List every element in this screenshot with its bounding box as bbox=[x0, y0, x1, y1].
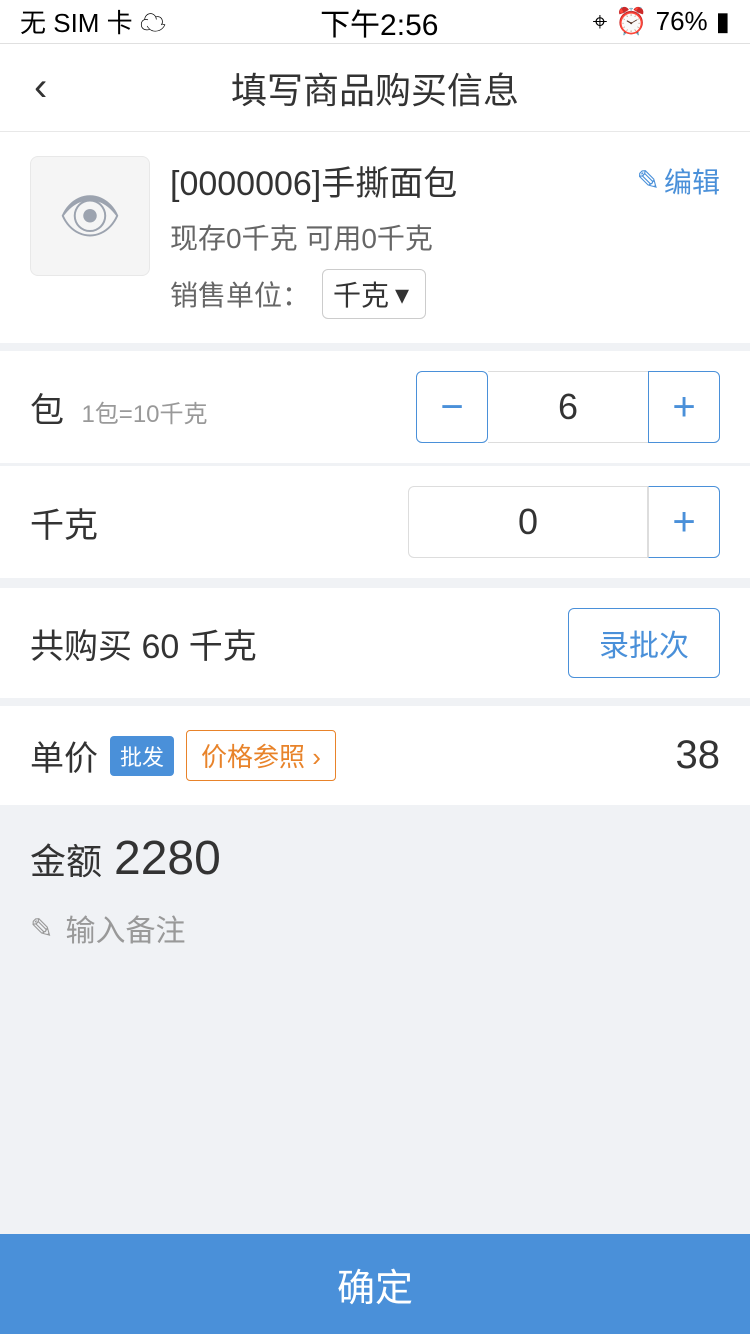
alarm-icon: ⏰ bbox=[615, 6, 647, 37]
carrier-label: 无 SIM 卡 ☁ bbox=[20, 3, 166, 40]
amount-value: 2280 bbox=[114, 831, 221, 886]
product-name: [0000006]手撕面包 bbox=[170, 156, 457, 205]
bao-hint: 1包=10千克 bbox=[81, 401, 207, 428]
back-button[interactable]: ‹ bbox=[24, 55, 57, 120]
product-name-row: [0000006]手撕面包 ✎ 编辑 bbox=[170, 156, 720, 205]
product-info: [0000006]手撕面包 ✎ 编辑 现存0千克 可用0千克 销售单位： 千克 … bbox=[170, 156, 720, 319]
edit-link[interactable]: ✎ 编辑 bbox=[637, 161, 720, 201]
product-image: 👁 bbox=[30, 156, 150, 276]
status-time: 下午2:56 bbox=[320, 0, 438, 44]
bao-minus-button[interactable]: − bbox=[416, 371, 488, 443]
product-unit-row: 销售单位： 千克 ▾ bbox=[170, 269, 720, 319]
battery-icon: ▮ bbox=[716, 6, 730, 37]
price-label: 单价 bbox=[30, 731, 98, 780]
edit-icon: ✎ bbox=[637, 164, 660, 197]
edit-label: 编辑 bbox=[664, 161, 720, 201]
location-icon: ⌖ bbox=[593, 6, 608, 38]
bao-plus-button[interactable]: + bbox=[648, 371, 720, 443]
kg-plus-button[interactable]: + bbox=[648, 486, 720, 558]
amount-row: 金额 2280 bbox=[30, 831, 720, 886]
price-left: 单价 批发 价格参照 › bbox=[30, 730, 336, 781]
batch-button[interactable]: 录批次 bbox=[568, 608, 720, 678]
product-image-icon: 👁 bbox=[58, 187, 121, 246]
pencil-icon: ✎ bbox=[30, 912, 53, 945]
price-ref-button[interactable]: 价格参照 › bbox=[186, 730, 336, 781]
total-row: 共购买 60 千克 录批次 bbox=[0, 588, 750, 706]
status-left: 无 SIM 卡 ☁ bbox=[20, 3, 166, 40]
bao-qty-input[interactable] bbox=[488, 371, 648, 443]
price-row: 单价 批发 价格参照 › 38 bbox=[30, 730, 720, 781]
remark-placeholder: 输入备注 bbox=[65, 906, 185, 950]
unit-select[interactable]: 千克 ▾ bbox=[322, 269, 426, 319]
price-section: 单价 批发 价格参照 › 38 bbox=[0, 706, 750, 805]
kg-label: 千克 bbox=[30, 498, 408, 547]
bao-label: 包 1包=10千克 bbox=[30, 383, 416, 432]
confirm-button[interactable]: 确定 bbox=[0, 1234, 750, 1334]
chevron-down-icon: ▾ bbox=[395, 278, 409, 311]
bao-input-section: 包 1包=10千克 − + bbox=[0, 351, 750, 464]
unit-select-value: 千克 bbox=[333, 274, 389, 314]
price-tag: 批发 bbox=[110, 736, 174, 776]
amount-section: 金额 2280 ✎ 输入备注 bbox=[0, 807, 750, 974]
kg-qty-input[interactable] bbox=[408, 486, 648, 558]
kg-qty-control: + bbox=[408, 486, 720, 558]
kg-input-row: 千克 + bbox=[0, 466, 750, 586]
bao-input-row: 包 1包=10千克 − + bbox=[0, 351, 750, 464]
price-value: 38 bbox=[676, 733, 721, 778]
total-text: 共购买 60 千克 bbox=[30, 619, 257, 668]
remark-row[interactable]: ✎ 输入备注 bbox=[30, 906, 720, 950]
unit-label: 销售单位： bbox=[170, 274, 310, 314]
bao-qty-control: − + bbox=[416, 371, 720, 443]
page-title: 填写商品购买信息 bbox=[231, 62, 519, 114]
amount-label: 金额 bbox=[30, 833, 102, 885]
nav-bar: ‹ 填写商品购买信息 bbox=[0, 44, 750, 132]
product-stock: 现存0千克 可用0千克 bbox=[170, 217, 720, 257]
status-right: ⌖ ⏰ 76% ▮ bbox=[593, 6, 730, 38]
battery-label: 76% bbox=[656, 6, 708, 37]
status-bar: 无 SIM 卡 ☁ 下午2:56 ⌖ ⏰ 76% ▮ bbox=[0, 0, 750, 44]
product-card: 👁 [0000006]手撕面包 ✎ 编辑 现存0千克 可用0千克 销售单位： 千… bbox=[0, 132, 750, 351]
kg-input-section: 千克 + bbox=[0, 466, 750, 586]
